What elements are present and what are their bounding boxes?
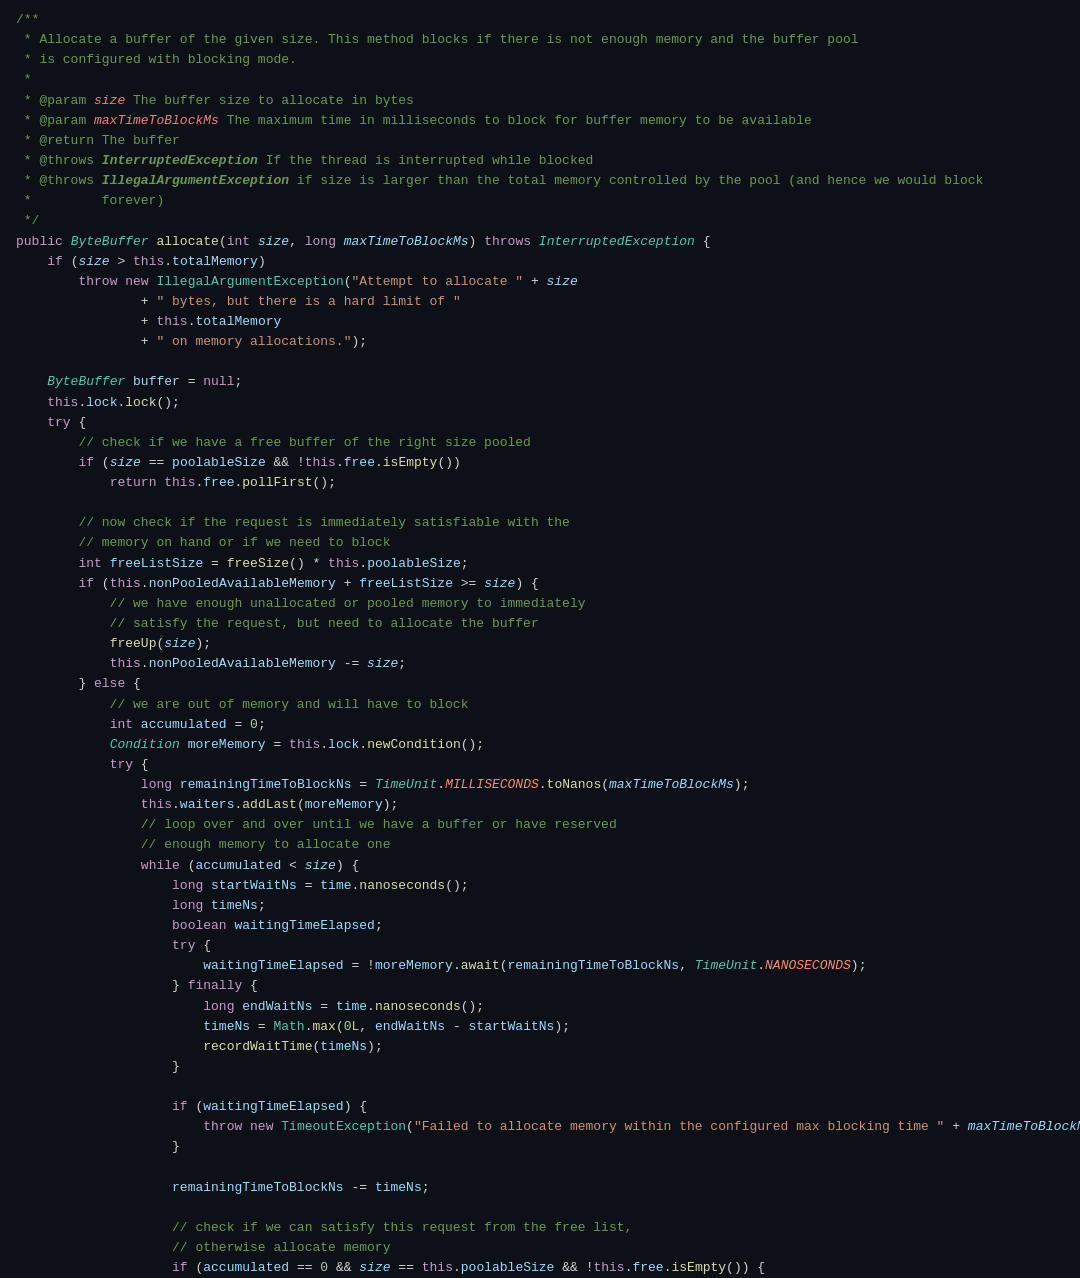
code-line: try { (10, 755, 1080, 775)
code-line: } (10, 1137, 1080, 1157)
code-line: if (size == poolableSize && !this.free.i… (10, 453, 1080, 473)
code-line: this.waiters.addLast(moreMemory); (10, 795, 1080, 815)
code-line: try { (10, 936, 1080, 956)
code-line: } else { (10, 674, 1080, 694)
code-line: long timeNs; (10, 896, 1080, 916)
code-line: long remainingTimeToBlockNs = TimeUnit.M… (10, 775, 1080, 795)
code-line: timeNs = Math.max(0L, endWaitNs - startW… (10, 1017, 1080, 1037)
code-line (10, 1158, 1080, 1178)
code-line: this.lock.lock(); (10, 393, 1080, 413)
code-line: // satisfy the request, but need to allo… (10, 614, 1080, 634)
code-line: waitingTimeElapsed = !moreMemory.await(r… (10, 956, 1080, 976)
code-line: * is configured with blocking mode. (10, 50, 1080, 70)
code-line: if (size > this.totalMemory) (10, 252, 1080, 272)
code-line: long endWaitNs = time.nanoseconds(); (10, 997, 1080, 1017)
code-line: if (accumulated == 0 && size == this.poo… (10, 1258, 1080, 1278)
code-line: boolean waitingTimeElapsed; (10, 916, 1080, 936)
code-line: * @return The buffer (10, 131, 1080, 151)
code-line: * @param maxTimeToBlockMs The maximum ti… (10, 111, 1080, 131)
code-editor: /** * Allocate a buffer of the given siz… (0, 0, 1080, 1278)
code-line: // loop over and over until we have a bu… (10, 815, 1080, 835)
code-line: * @throws IllegalArgumentException if si… (10, 171, 1080, 191)
code-line: /** (10, 10, 1080, 30)
code-line: int accumulated = 0; (10, 715, 1080, 735)
code-line: throw new IllegalArgumentException("Atte… (10, 272, 1080, 292)
code-line (10, 1198, 1080, 1218)
code-line: recordWaitTime(timeNs); (10, 1037, 1080, 1057)
code-line: while (accumulated < size) { (10, 856, 1080, 876)
code-line: this.nonPooledAvailableMemory -= size; (10, 654, 1080, 674)
code-line: ByteBuffer buffer = null; (10, 372, 1080, 392)
code-line: return this.free.pollFirst(); (10, 473, 1080, 493)
code-line: if (this.nonPooledAvailableMemory + free… (10, 574, 1080, 594)
code-line: // memory on hand or if we need to block (10, 533, 1080, 553)
code-line: } finally { (10, 976, 1080, 996)
code-line: if (waitingTimeElapsed) { (10, 1097, 1080, 1117)
code-line (10, 1077, 1080, 1097)
code-line: // now check if the request is immediate… (10, 513, 1080, 533)
code-line: + " on memory allocations."); (10, 332, 1080, 352)
code-line: * @param size The buffer size to allocat… (10, 91, 1080, 111)
code-line: * @throws InterruptedException If the th… (10, 151, 1080, 171)
code-line: // we have enough unallocated or pooled … (10, 594, 1080, 614)
code-line: // check if we have a free buffer of the… (10, 433, 1080, 453)
code-line: try { (10, 413, 1080, 433)
code-line: public ByteBuffer allocate(int size, lon… (10, 232, 1080, 252)
code-line: */ (10, 211, 1080, 231)
code-line: freeUp(size); (10, 634, 1080, 654)
code-line (10, 352, 1080, 372)
code-line: // otherwise allocate memory (10, 1238, 1080, 1258)
code-line: + " bytes, but there is a hard limit of … (10, 292, 1080, 312)
code-line: * (10, 70, 1080, 90)
code-line: throw new TimeoutException("Failed to al… (10, 1117, 1080, 1137)
code-line: remainingTimeToBlockNs -= timeNs; (10, 1178, 1080, 1198)
code-line (10, 493, 1080, 513)
code-line: // enough memory to allocate one (10, 835, 1080, 855)
code-line: * Allocate a buffer of the given size. T… (10, 30, 1080, 50)
code-line: * forever) (10, 191, 1080, 211)
code-line: // check if we can satisfy this request … (10, 1218, 1080, 1238)
code-line: Condition moreMemory = this.lock.newCond… (10, 735, 1080, 755)
code-line: + this.totalMemory (10, 312, 1080, 332)
code-line: } (10, 1057, 1080, 1077)
code-line: long startWaitNs = time.nanoseconds(); (10, 876, 1080, 896)
code-line: int freeListSize = freeSize() * this.poo… (10, 554, 1080, 574)
code-line: // we are out of memory and will have to… (10, 695, 1080, 715)
